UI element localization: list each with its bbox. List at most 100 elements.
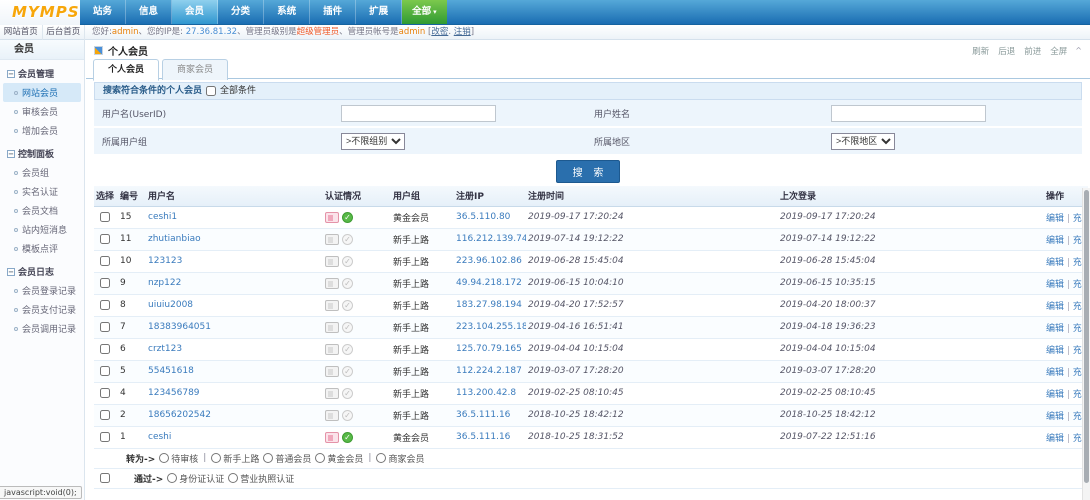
register-ip-link[interactable]: 113.200.42.8 [456, 388, 516, 398]
edit-link[interactable]: 编辑 [1046, 324, 1064, 334]
register-ip-link[interactable]: 49.94.218.172 [456, 278, 522, 288]
sidebar-item[interactable]: 会员支付记录 [3, 300, 81, 319]
row-checkbox[interactable] [100, 343, 110, 354]
convert-radio[interactable] [315, 453, 326, 463]
tab[interactable]: 个人会员 [93, 59, 159, 81]
site-home-tab[interactable]: 网站首页 [0, 25, 43, 40]
register-ip-link[interactable]: 223.96.102.86 [456, 256, 522, 266]
edit-link[interactable]: 编辑 [1046, 434, 1064, 444]
row-checkbox[interactable] [100, 233, 110, 244]
row-checkbox[interactable] [100, 387, 110, 398]
register-ip-link[interactable]: 36.5.111.16 [456, 432, 510, 442]
radio-option[interactable]: 商家会员 [376, 452, 424, 465]
sidebar-item[interactable]: 会员文档 [3, 201, 81, 220]
sidebar-item[interactable]: 增加会员 [3, 121, 81, 140]
window-action[interactable]: 后退 [998, 45, 1015, 57]
member-username-link[interactable]: uiuiu2008 [148, 300, 193, 310]
member-username-link[interactable]: 123456789 [148, 388, 200, 398]
window-action[interactable]: 前进 [1024, 45, 1041, 57]
sidebar-item[interactable]: 会员登录记录 [3, 281, 81, 300]
register-ip-link[interactable]: 116.212.139.74 [456, 234, 526, 244]
radio-option[interactable]: 待审核 [159, 452, 198, 465]
radio-option[interactable]: 普通会员 [263, 452, 311, 465]
nav-tab[interactable]: 插件 [310, 0, 357, 24]
logout-link[interactable]: 注销 [454, 27, 471, 37]
sidebar-group-header[interactable]: − 会员管理 [0, 60, 84, 83]
convert-radio[interactable] [159, 453, 170, 463]
collapse-icon[interactable]: ^ [1075, 46, 1082, 55]
username-input[interactable] [341, 104, 496, 122]
member-username-link[interactable]: nzp122 [148, 278, 181, 288]
edit-link[interactable]: 编辑 [1046, 302, 1064, 312]
member-username-link[interactable]: 55451618 [148, 366, 194, 376]
member-username-link[interactable]: crzt123 [148, 344, 182, 354]
vertical-scrollbar[interactable] [1082, 188, 1090, 500]
sidebar-item[interactable]: 会员调用记录 [3, 319, 81, 338]
row-checkbox[interactable] [100, 365, 110, 376]
sidebar-item[interactable]: 网站会员 [3, 83, 81, 102]
realname-input[interactable] [831, 104, 986, 122]
nav-tab[interactable]: 会员 [172, 0, 219, 24]
select-all-checkbox[interactable] [100, 473, 110, 483]
sidebar-item[interactable]: 站内短消息 [3, 220, 81, 239]
nav-tab[interactable]: 站务 [80, 0, 127, 24]
nav-tab[interactable]: 扩展 [356, 0, 403, 24]
edit-link[interactable]: 编辑 [1046, 280, 1064, 290]
nav-tab[interactable]: 分类 [218, 0, 265, 24]
sidebar-item[interactable]: 模板点评 [3, 239, 81, 258]
sidebar-group-header[interactable]: − 控制面板 [0, 140, 84, 163]
convert-radio[interactable] [211, 453, 222, 463]
nav-all-menu[interactable]: 全部 ▾ [402, 0, 447, 24]
radio-option[interactable]: 营业执照认证 [228, 472, 294, 485]
radio-option[interactable]: 新手上路 [211, 452, 259, 465]
edit-link[interactable]: 编辑 [1046, 390, 1064, 400]
pass-radio[interactable] [228, 473, 239, 483]
row-checkbox[interactable] [100, 299, 110, 310]
edit-link[interactable]: 编辑 [1046, 258, 1064, 268]
member-username-link[interactable]: 123123 [148, 256, 182, 266]
row-checkbox[interactable] [100, 255, 110, 266]
change-password-link[interactable]: 改密 [431, 27, 448, 37]
edit-link[interactable]: 编辑 [1046, 214, 1064, 224]
window-action[interactable]: 刷新 [972, 45, 989, 57]
search-button[interactable]: 搜 索 [555, 159, 621, 183]
register-ip-link[interactable]: 183.27.98.194 [456, 300, 522, 310]
tab[interactable]: 商家会员 [162, 59, 228, 80]
member-username-link[interactable]: ceshi1 [148, 212, 177, 222]
sidebar-item[interactable]: 审核会员 [3, 102, 81, 121]
region-select[interactable]: >不限地区 [831, 132, 895, 150]
edit-link[interactable]: 编辑 [1046, 346, 1064, 356]
window-action[interactable]: 全屏 [1050, 45, 1067, 57]
edit-link[interactable]: 编辑 [1046, 412, 1064, 422]
member-username-link[interactable]: zhutianbiao [148, 234, 201, 244]
edit-link[interactable]: 编辑 [1046, 236, 1064, 246]
convert-radio[interactable] [376, 453, 387, 463]
row-checkbox[interactable] [100, 409, 110, 420]
member-username-link[interactable]: 18656202542 [148, 410, 211, 420]
row-checkbox[interactable] [100, 211, 110, 222]
row-checkbox[interactable] [100, 321, 110, 332]
nav-tab[interactable]: 信息 [126, 0, 173, 24]
register-ip-link[interactable]: 36.5.111.16 [456, 410, 510, 420]
admin-home-tab[interactable]: 后台首页 [43, 25, 85, 40]
sidebar-item[interactable]: 实名认证 [3, 182, 81, 201]
row-checkbox[interactable] [100, 431, 110, 442]
sidebar-item[interactable]: 会员组 [3, 163, 81, 182]
row-checkbox[interactable] [100, 277, 110, 288]
register-ip-link[interactable]: 112.224.2.187 [456, 366, 522, 376]
usergroup-select[interactable]: >不限组别 [341, 132, 405, 150]
radio-option[interactable]: 身份证认证 [167, 472, 224, 485]
convert-radio[interactable] [263, 453, 274, 463]
register-ip-link[interactable]: 36.5.110.80 [456, 212, 510, 222]
all-conditions-checkbox[interactable] [206, 86, 217, 96]
member-username-link[interactable]: ceshi [148, 432, 171, 442]
radio-option[interactable]: 黄金会员 [315, 452, 363, 465]
pass-radio[interactable] [167, 473, 178, 483]
sidebar-group-header[interactable]: − 会员日志 [0, 258, 84, 281]
scrollbar-thumb[interactable] [1084, 190, 1089, 484]
register-ip-link[interactable]: 223.104.255.18 [456, 322, 526, 332]
edit-link[interactable]: 编辑 [1046, 368, 1064, 378]
register-ip-link[interactable]: 125.70.79.165 [456, 344, 522, 354]
nav-tab[interactable]: 系统 [264, 0, 311, 24]
member-username-link[interactable]: 18383964051 [148, 322, 211, 332]
